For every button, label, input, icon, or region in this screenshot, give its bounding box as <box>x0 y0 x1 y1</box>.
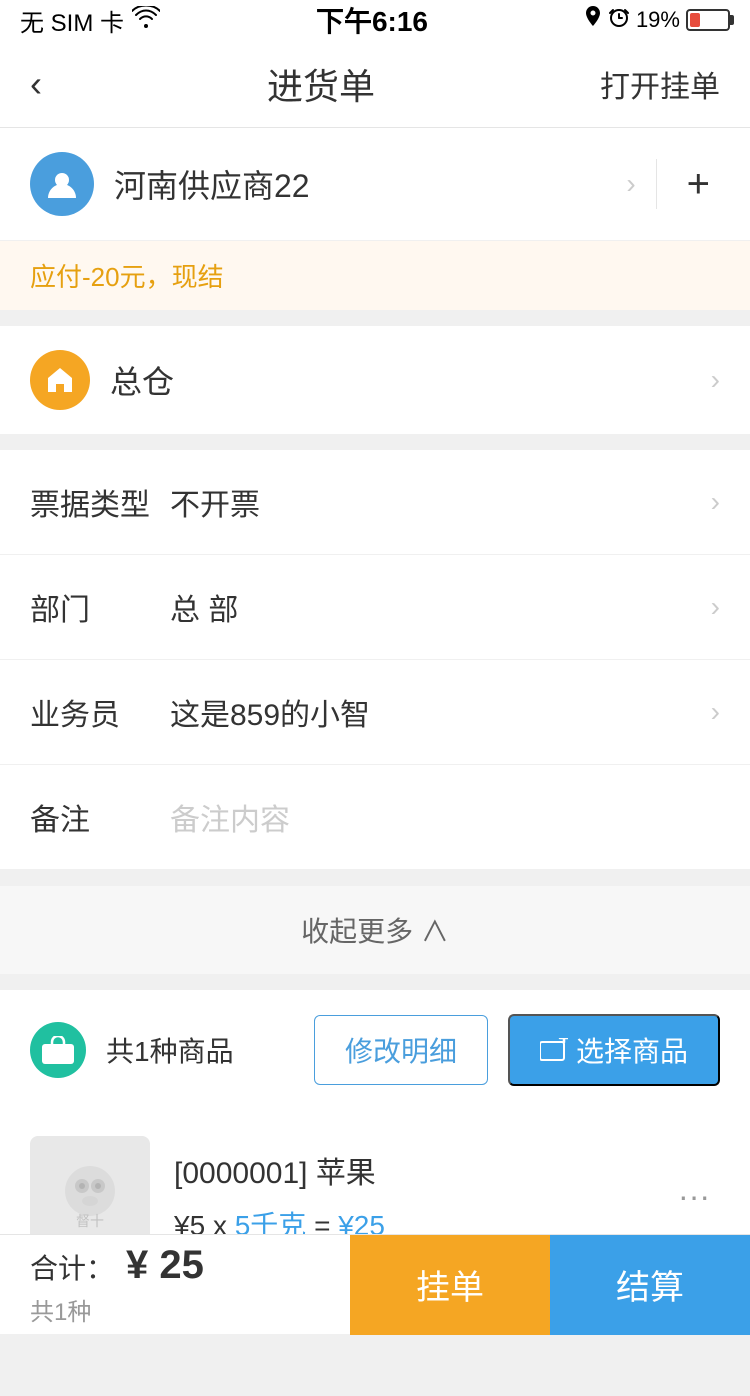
remark-input[interactable]: 备注内容 <box>150 795 720 839</box>
product-code: [0000001] <box>174 1157 307 1190</box>
total-section: 合计： ¥ 25 共1种 <box>0 1243 350 1327</box>
total-label: 合计： <box>30 1247 114 1287</box>
form-card: 票据类型 不开票 › 部门 总 部 › 业务员 这是859的小智 › 备注 备注… <box>0 450 750 870</box>
back-button[interactable]: ‹ <box>30 63 42 105</box>
page-title: 进货单 <box>267 58 375 110</box>
payment-note: 应付-20元，现结 <box>0 241 750 310</box>
supplier-avatar <box>30 152 94 216</box>
section-gap <box>0 974 750 990</box>
warehouse-name: 总仓 <box>110 357 711 403</box>
location-icon <box>584 6 602 34</box>
sim-text: 无 SIM 卡 <box>20 3 124 38</box>
settle-button[interactable]: 结算 <box>550 1235 750 1335</box>
status-left: 无 SIM 卡 <box>20 3 160 38</box>
dept-label: 部门 <box>30 585 150 629</box>
invoice-row[interactable]: 票据类型 不开票 › <box>0 450 750 555</box>
edit-detail-button[interactable]: 修改明细 <box>314 1015 488 1085</box>
add-button[interactable]: + <box>677 162 720 207</box>
product-header: 共1种商品 修改明细 选择商品 <box>0 990 750 1110</box>
salesperson-value: 这是859的小智 <box>150 690 711 734</box>
salesperson-label: 业务员 <box>30 690 150 734</box>
wifi-icon <box>132 6 160 35</box>
status-bar: 无 SIM 卡 下午6:16 19% <box>0 0 750 40</box>
product-details: [0000001] 苹果 ¥5 x 5千克 = ¥25 <box>174 1148 668 1244</box>
battery-icon <box>686 9 730 31</box>
more-button[interactable]: ··· <box>668 1178 720 1215</box>
warehouse-icon <box>30 350 90 410</box>
product-count: 共1种商品 <box>106 1030 294 1070</box>
dept-value: 总 部 <box>150 585 711 629</box>
product-icon <box>30 1022 86 1078</box>
supplier-divider <box>656 159 657 209</box>
nav-bar: ‹ 进货单 打开挂单 <box>0 40 750 128</box>
bottom-bar: 合计： ¥ 25 共1种 挂单 结算 <box>0 1234 750 1334</box>
total-amount: ¥ 25 <box>126 1243 204 1288</box>
collapse-toggle[interactable]: 收起更多 ∧ <box>0 886 750 974</box>
salesperson-chevron-icon: › <box>711 696 720 728</box>
hang-button[interactable]: 挂单 <box>350 1235 550 1335</box>
supplier-chevron-icon: › <box>626 168 635 200</box>
svg-text:督十: 督十 <box>76 1213 104 1229</box>
main-content: 河南供应商22 › + 应付-20元，现结 总仓 › 票据类型 不开票 › <box>0 128 750 1396</box>
invoice-label: 票据类型 <box>30 480 150 524</box>
product-name: [0000001] 苹果 <box>174 1148 668 1192</box>
battery-percent: 19% <box>636 7 680 33</box>
invoice-value: 不开票 <box>150 480 711 524</box>
remark-row[interactable]: 备注 备注内容 <box>0 765 750 870</box>
product-name-text: 苹果 <box>316 1157 376 1190</box>
dept-row[interactable]: 部门 总 部 › <box>0 555 750 660</box>
warehouse-card: 总仓 › <box>0 326 750 434</box>
status-right: 19% <box>584 6 730 34</box>
warehouse-chevron-icon: › <box>711 364 720 396</box>
total-count: 共1种 <box>30 1292 320 1327</box>
dept-chevron-icon: › <box>711 591 720 623</box>
alarm-icon <box>608 6 630 34</box>
supplier-card: 河南供应商22 › + 应付-20元，现结 <box>0 128 750 310</box>
supplier-name: 河南供应商22 <box>114 161 626 207</box>
select-product-label: 选择商品 <box>576 1030 688 1070</box>
select-product-button[interactable]: 选择商品 <box>508 1014 720 1086</box>
status-time: 下午6:16 <box>316 0 428 40</box>
invoice-chevron-icon: › <box>711 486 720 518</box>
open-pending-button[interactable]: 打开挂单 <box>600 62 720 106</box>
warehouse-row[interactable]: 总仓 › <box>0 326 750 434</box>
salesperson-row[interactable]: 业务员 这是859的小智 › <box>0 660 750 765</box>
supplier-row[interactable]: 河南供应商22 › + <box>0 128 750 241</box>
remark-label: 备注 <box>30 795 150 839</box>
